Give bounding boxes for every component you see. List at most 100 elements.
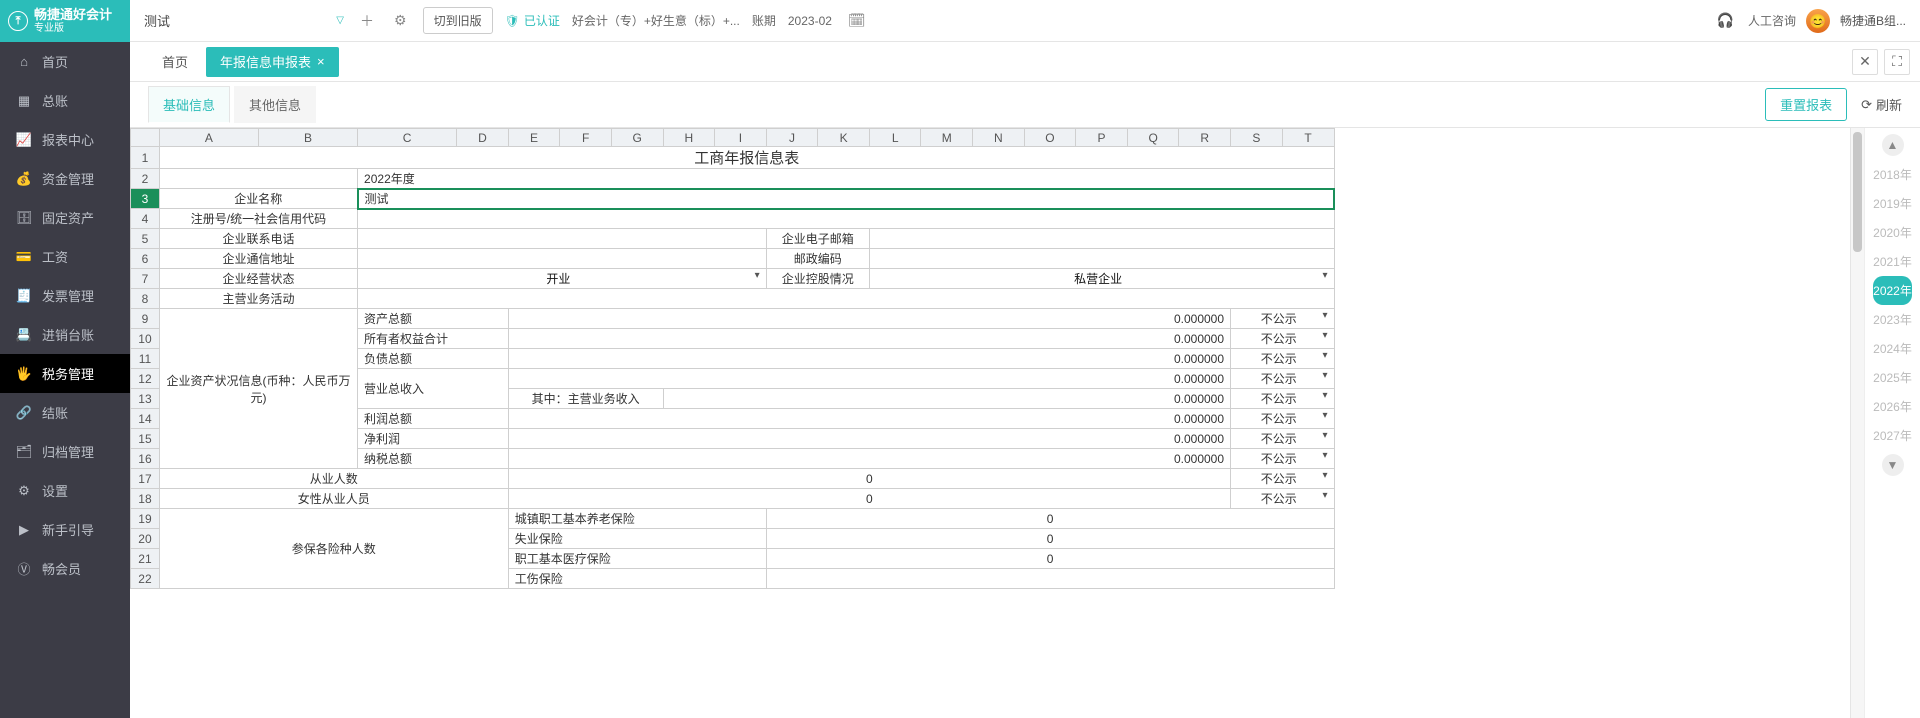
nav-label: 畅会员 [42, 559, 81, 578]
pub-owner-equity[interactable]: 不公示 [1231, 329, 1334, 349]
close-all-button[interactable]: ✕ [1852, 49, 1878, 75]
select-status[interactable]: 开业 [358, 269, 767, 289]
label-total-assets: 资产总额 [358, 309, 509, 329]
spreadsheet[interactable]: AB CD EF GH IJ KL MN OP QR ST 1工商年报信息表 2… [130, 128, 1335, 589]
pub-total-rev[interactable]: 不公示 [1231, 369, 1334, 389]
headset-icon[interactable]: 🎧 [1713, 10, 1738, 31]
year-option[interactable]: 2019年 [1867, 189, 1918, 218]
val-ins-pension[interactable]: 0 [766, 509, 1334, 529]
tax-icon: 🖐 [16, 366, 32, 382]
nav-item-member[interactable]: Ⓥ畅会员 [0, 549, 130, 588]
val-total-liab[interactable]: 0.000000 [508, 349, 1230, 369]
input-post[interactable] [869, 249, 1334, 269]
gear-icon[interactable]: ⚙ [390, 10, 411, 31]
input-phone[interactable] [358, 229, 767, 249]
year-option[interactable]: 2020年 [1867, 218, 1918, 247]
tab-report-page[interactable]: 年报信息申报表 × [206, 47, 339, 77]
nav-label: 设置 [42, 481, 68, 500]
fullscreen-button[interactable]: ⛶ [1884, 49, 1910, 75]
switch-old-button[interactable]: 切到旧版 [423, 7, 493, 34]
avatar[interactable] [1806, 9, 1830, 33]
nav-item-archive[interactable]: 🗂归档管理 [0, 432, 130, 471]
label-emp: 从业人数 [159, 469, 508, 489]
label-main-rev: 其中：主营业务收入 [508, 389, 663, 409]
refresh-button[interactable]: ⟳ 刷新 [1861, 95, 1902, 114]
nav-item-home[interactable]: ⌂首页 [0, 42, 130, 81]
input-company[interactable]: 测试 [358, 189, 1334, 209]
nav-item-inventory[interactable]: 📇进销台账 [0, 315, 130, 354]
home-icon: ⌂ [16, 54, 32, 70]
label-addr: 企业通信地址 [159, 249, 357, 269]
nav-item-reports[interactable]: 📈 报表中心 [0, 120, 130, 159]
funds-icon: 💰 [16, 171, 32, 187]
val-ins-injury[interactable] [766, 569, 1334, 589]
pub-total-liab[interactable]: 不公示 [1231, 349, 1334, 369]
pub-net-profit[interactable]: 不公示 [1231, 429, 1334, 449]
year-up-button[interactable]: ▲ [1882, 134, 1904, 156]
human-service[interactable]: 人工咨询 [1748, 12, 1796, 29]
select-holding[interactable]: 私营企业 [869, 269, 1334, 289]
val-emp[interactable]: 0 [508, 469, 1230, 489]
label-total-rev: 营业总收入 [358, 369, 509, 409]
nav-item-ledger[interactable]: ▦总账 [0, 81, 130, 120]
pub-total-assets[interactable]: 不公示 [1231, 309, 1334, 329]
label-ins-pension: 城镇职工基本养老保险 [508, 509, 766, 529]
val-main-rev[interactable]: 0.000000 [663, 389, 1231, 409]
val-net-profit[interactable]: 0.000000 [508, 429, 1230, 449]
val-ins-med[interactable]: 0 [766, 549, 1334, 569]
pub-main-rev[interactable]: 不公示 [1231, 389, 1334, 409]
pub-emp-female[interactable]: 不公示 [1231, 489, 1334, 509]
val-total-tax[interactable]: 0.000000 [508, 449, 1230, 469]
year-option[interactable]: 2026年 [1867, 392, 1918, 421]
val-emp-female[interactable]: 0 [508, 489, 1230, 509]
nav-label: 报表中心 [42, 130, 94, 149]
nav-item-assets[interactable]: 🗄固定资产 [0, 198, 130, 237]
cloud-upload-icon: ⤒ [8, 11, 28, 31]
pub-total-tax[interactable]: 不公示 [1231, 449, 1334, 469]
pub-emp[interactable]: 不公示 [1231, 469, 1334, 489]
year-option[interactable]: 2018年 [1867, 160, 1918, 189]
guide-icon: ▶ [16, 522, 32, 538]
year-option[interactable]: 2022年 [1873, 276, 1912, 305]
val-ins-unemp[interactable]: 0 [766, 529, 1334, 549]
nav-item-funds[interactable]: 💰资金管理 [0, 159, 130, 198]
year-option[interactable]: 2023年 [1867, 305, 1918, 334]
input-bizmain[interactable] [358, 289, 1334, 309]
subtab-other-info[interactable]: 其他信息 [234, 86, 316, 123]
pub-total-profit[interactable]: 不公示 [1231, 409, 1334, 429]
year-down-button[interactable]: ▼ [1882, 454, 1904, 476]
nav-item-settings[interactable]: ⚙设置 [0, 471, 130, 510]
reports-icon: 📈 [16, 132, 32, 148]
year-option[interactable]: 2021年 [1867, 247, 1918, 276]
subtab-basic-info[interactable]: 基础信息 [148, 86, 230, 123]
calendar-icon[interactable]: 🗓 [844, 10, 870, 31]
val-total-assets[interactable]: 0.000000 [508, 309, 1230, 329]
close-icon[interactable]: × [317, 54, 325, 69]
nav-item-guide[interactable]: ▶新手引导 [0, 510, 130, 549]
nav-item-salary[interactable]: 💳工资 [0, 237, 130, 276]
period-value[interactable]: 2023-02 [788, 14, 832, 28]
period-value[interactable]: 2022年度 [358, 169, 1334, 189]
year-option[interactable]: 2025年 [1867, 363, 1918, 392]
nav-item-invoice[interactable]: 🧾发票管理 [0, 276, 130, 315]
add-icon[interactable]: ＋ [356, 9, 378, 33]
input-addr[interactable] [358, 249, 767, 269]
vertical-scrollbar[interactable] [1850, 128, 1864, 718]
year-option[interactable]: 2027年 [1867, 421, 1918, 450]
nav-item-tax[interactable]: 🖐 税务管理 [0, 354, 130, 393]
nav-item-close[interactable]: 🔗结账 [0, 393, 130, 432]
nav-label: 工资 [42, 247, 68, 266]
year-option[interactable]: 2024年 [1867, 334, 1918, 363]
tab-home[interactable]: 首页 [144, 42, 206, 81]
label-ins-injury: 工伤保险 [508, 569, 766, 589]
reset-button[interactable]: 重置报表 [1765, 88, 1847, 121]
nav-label: 税务管理 [42, 364, 94, 383]
company-selector[interactable]: 测试 ▽ [144, 8, 344, 34]
val-total-profit[interactable]: 0.000000 [508, 409, 1230, 429]
input-email[interactable] [869, 229, 1334, 249]
val-total-rev[interactable]: 0.000000 [508, 369, 1230, 389]
user-name[interactable]: 畅捷通B组... [1840, 12, 1906, 29]
input-reg[interactable] [358, 209, 1334, 229]
val-owner-equity[interactable]: 0.000000 [508, 329, 1230, 349]
archive-icon: 🗂 [16, 444, 32, 460]
